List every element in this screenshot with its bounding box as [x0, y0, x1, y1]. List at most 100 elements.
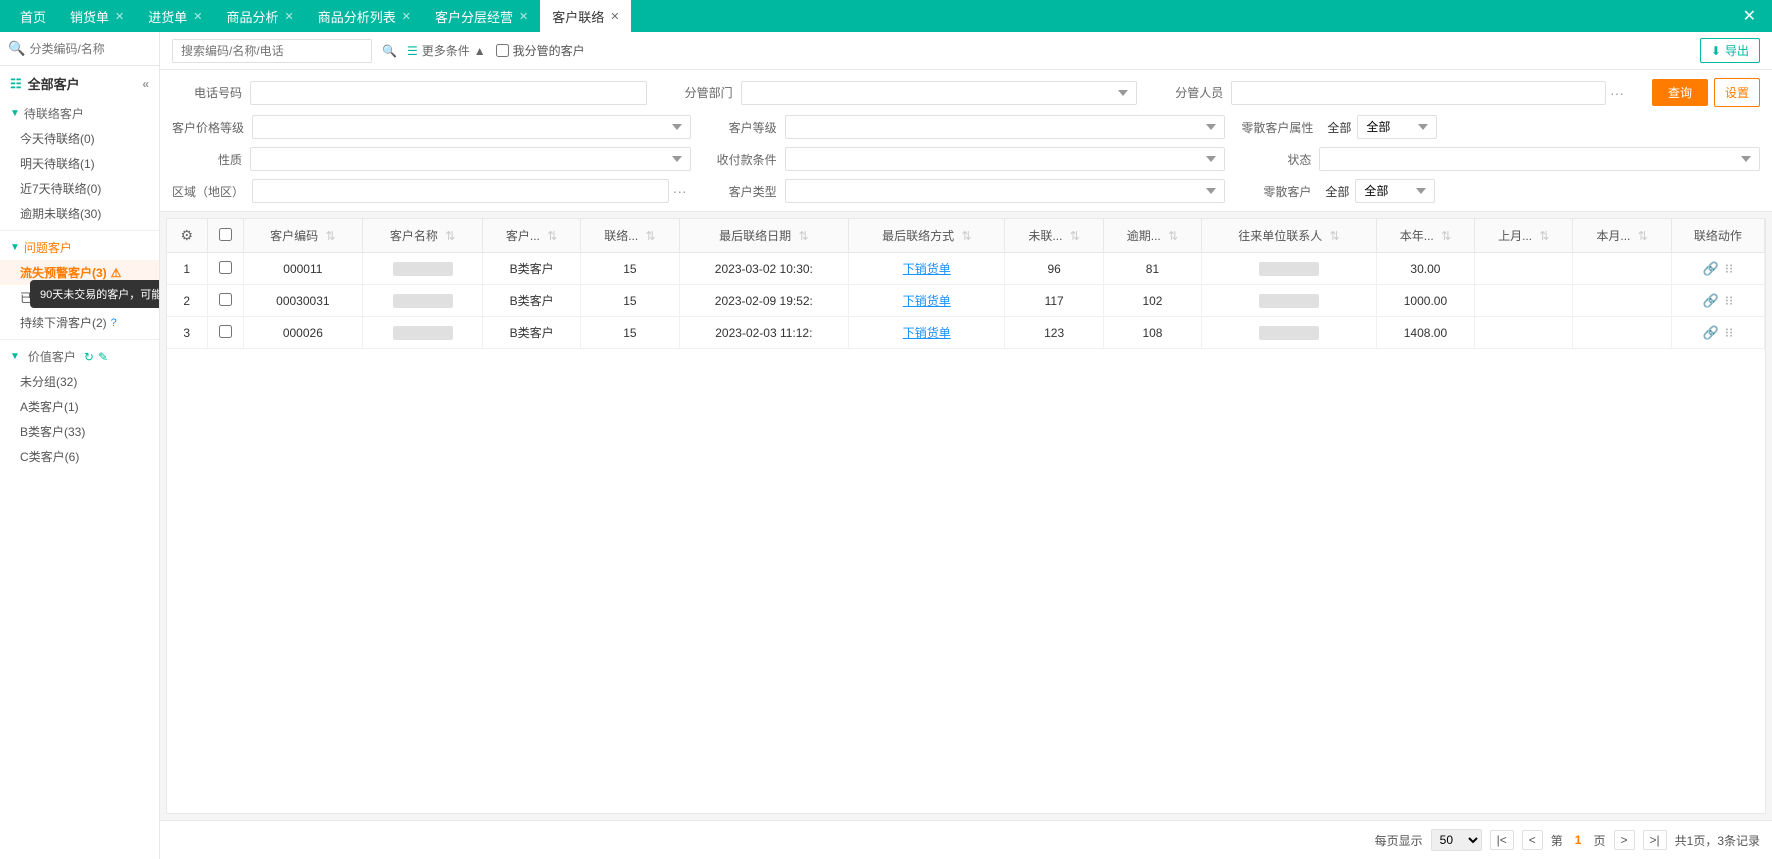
action-link-icon-2[interactable]: 🔗	[1703, 325, 1719, 341]
filter-payment-select[interactable]	[785, 147, 1226, 171]
filter-dept-select[interactable]	[741, 81, 1138, 105]
cell-index-1: 2	[167, 285, 207, 317]
nav-customer-contact[interactable]: 客户联络 ✕	[540, 0, 631, 32]
chevron-down-icon: ▲	[474, 44, 486, 58]
filter-retail-customer: 零散客户 全部 全部	[1241, 179, 1760, 203]
col-overdue: 逾期... ⇅	[1103, 219, 1201, 253]
page-label: 页	[1593, 832, 1605, 849]
total-pages: 共1页，3条记录	[1675, 832, 1760, 849]
sort-icon-last-method: ⇅	[961, 229, 971, 243]
nav-customer-layer-label: 客户分层经营	[435, 7, 513, 26]
filter-dept: 分管部门	[663, 81, 1138, 105]
filter-customer-type-select[interactable]	[785, 179, 1226, 203]
nav-customer-contact-label: 客户联络	[552, 7, 604, 26]
select-all-checkbox[interactable]	[219, 228, 232, 241]
my-customers-checkbox[interactable]: 我分管的客户	[496, 42, 585, 59]
nav-customer-layer-close[interactable]: ✕	[519, 10, 528, 23]
filter-phone-input[interactable]	[250, 81, 647, 105]
cell-overdue-0: 81	[1103, 253, 1201, 285]
filter-region-input[interactable]	[252, 179, 669, 203]
filter-price-level-label: 客户价格等级	[172, 119, 244, 136]
sidebar-item-7days[interactable]: 近7天待联络(0)	[0, 176, 159, 201]
nav-home[interactable]: 首页	[8, 0, 58, 32]
export-btn[interactable]: ⬇ 导出	[1700, 38, 1760, 63]
close-window-btn[interactable]: ✕	[1735, 6, 1764, 26]
action-link-icon-0[interactable]: 🔗	[1703, 261, 1719, 277]
sidebar-item-overdue[interactable]: 逾期未联络(30)	[0, 201, 159, 226]
cell-action-1: 🔗 ⁝⁝	[1671, 285, 1764, 317]
region-dots-btn[interactable]: ···	[669, 183, 691, 199]
filter-search-input[interactable]	[172, 39, 372, 63]
cell-checkbox-0	[207, 253, 243, 285]
sidebar-group-problem[interactable]: ▼ 问题客户	[0, 235, 159, 260]
nav-analysis-close[interactable]: ✕	[285, 10, 294, 23]
sidebar-all-customers[interactable]: ☷ 全部客户 «	[0, 66, 159, 101]
nav-analysis-list-close[interactable]: ✕	[402, 10, 411, 23]
table-header-row: ⚙ 客户编码 ⇅ 客户名称 ⇅	[167, 219, 1765, 253]
settings-btn[interactable]: 设置	[1714, 78, 1760, 107]
sidebar-item-b-class[interactable]: B类客户(33)	[0, 419, 159, 444]
cell-uncontacted-1: 117	[1005, 285, 1103, 317]
filter-manager-input[interactable]	[1231, 81, 1606, 105]
sort-icon-last-month: ⇅	[1539, 229, 1549, 243]
data-table-container: ⚙ 客户编码 ⇅ 客户名称 ⇅	[166, 218, 1766, 814]
filter-customer-level-select[interactable]	[785, 115, 1226, 139]
nav-purchase-close[interactable]: ✕	[193, 10, 202, 23]
filter-status-select[interactable]	[1319, 147, 1760, 171]
arrow-icon-2: ▼	[10, 242, 20, 253]
sidebar-group-pending[interactable]: ▼ 待联络客户	[0, 101, 159, 126]
filter-retail-customer-select[interactable]: 全部	[1355, 179, 1435, 203]
cell-uncontacted-2: 123	[1005, 317, 1103, 349]
filter-retail-attr-select[interactable]: 全部	[1357, 115, 1437, 139]
query-btn[interactable]: 查询	[1652, 79, 1708, 106]
nav-analysis-list[interactable]: 商品分析列表 ✕	[306, 0, 423, 32]
sidebar-item-tomorrow[interactable]: 明天待联络(1)	[0, 151, 159, 176]
row-checkbox-0[interactable]	[219, 261, 232, 274]
row-checkbox-2[interactable]	[219, 325, 232, 338]
sidebar-item-today[interactable]: 今天待联络(0)	[0, 126, 159, 151]
filter-nature-select[interactable]	[250, 147, 691, 171]
manager-dots-btn[interactable]: ···	[1606, 85, 1628, 101]
refresh-icon[interactable]: ↻	[84, 350, 94, 364]
sort-icon-this-year: ⇅	[1441, 229, 1451, 243]
first-page-btn[interactable]: |<	[1490, 830, 1514, 850]
sidebar-item-a-class[interactable]: A类客户(1)	[0, 394, 159, 419]
prev-page-btn[interactable]: <	[1522, 830, 1543, 850]
filter-search-btn[interactable]: 🔍	[382, 44, 397, 58]
nav-sales[interactable]: 销货单 ✕	[58, 0, 136, 32]
col-gear: ⚙	[167, 219, 207, 253]
last-page-btn[interactable]: >|	[1643, 830, 1667, 850]
sidebar-item-ungroup[interactable]: 未分组(32)	[0, 369, 159, 394]
sidebar-group-value[interactable]: ▼ 价值客户 ↻ ✎	[0, 344, 159, 369]
sidebar-search-input[interactable]	[29, 42, 151, 56]
nav-purchase[interactable]: 进货单 ✕	[136, 0, 214, 32]
per-page-select[interactable]: 20 50 100	[1431, 829, 1482, 851]
cell-overdue-1: 102	[1103, 285, 1201, 317]
action-menu-icon-1[interactable]: ⁝⁝	[1725, 293, 1733, 309]
col-contact2: 往来单位联系人 ⇅	[1202, 219, 1377, 253]
gear-btn[interactable]: ⚙	[180, 227, 193, 244]
filter-dept-label: 分管部门	[663, 84, 733, 101]
sidebar-item-c-class[interactable]: C类客户(6)	[0, 444, 159, 469]
next-page-btn[interactable]: >	[1614, 830, 1635, 850]
edit-icon[interactable]: ✎	[98, 350, 108, 364]
nav-customer-layer[interactable]: 客户分层经营 ✕	[423, 0, 540, 32]
help-icon-2[interactable]: ?	[111, 317, 117, 329]
filter-payment: 收付款条件	[707, 147, 1226, 171]
sort-icon-uncontacted: ⇅	[1070, 229, 1080, 243]
cell-action-2: 🔗 ⁝⁝	[1671, 317, 1764, 349]
nav-analysis[interactable]: 商品分析 ✕	[214, 0, 305, 32]
filter-price-level-select[interactable]	[252, 115, 691, 139]
row-checkbox-1[interactable]	[219, 293, 232, 306]
nav-sales-close[interactable]: ✕	[115, 10, 124, 23]
cell-checkbox-2	[207, 317, 243, 349]
action-menu-icon-2[interactable]: ⁝⁝	[1725, 325, 1733, 341]
sidebar-item-declining[interactable]: 持续下滑客户(2) ?	[0, 310, 159, 335]
action-menu-icon-0[interactable]: ⁝⁝	[1725, 261, 1733, 277]
nav-customer-contact-close[interactable]: ✕	[610, 10, 619, 23]
action-link-icon-1[interactable]: 🔗	[1703, 293, 1719, 309]
sidebar-divider-1	[0, 230, 159, 231]
filter-retail-attr-label: 零散客户属性	[1241, 119, 1313, 136]
more-conditions-btn[interactable]: ☰ 更多条件 ▲	[407, 42, 486, 59]
cell-last-method-1: 下销货单	[849, 285, 1005, 317]
